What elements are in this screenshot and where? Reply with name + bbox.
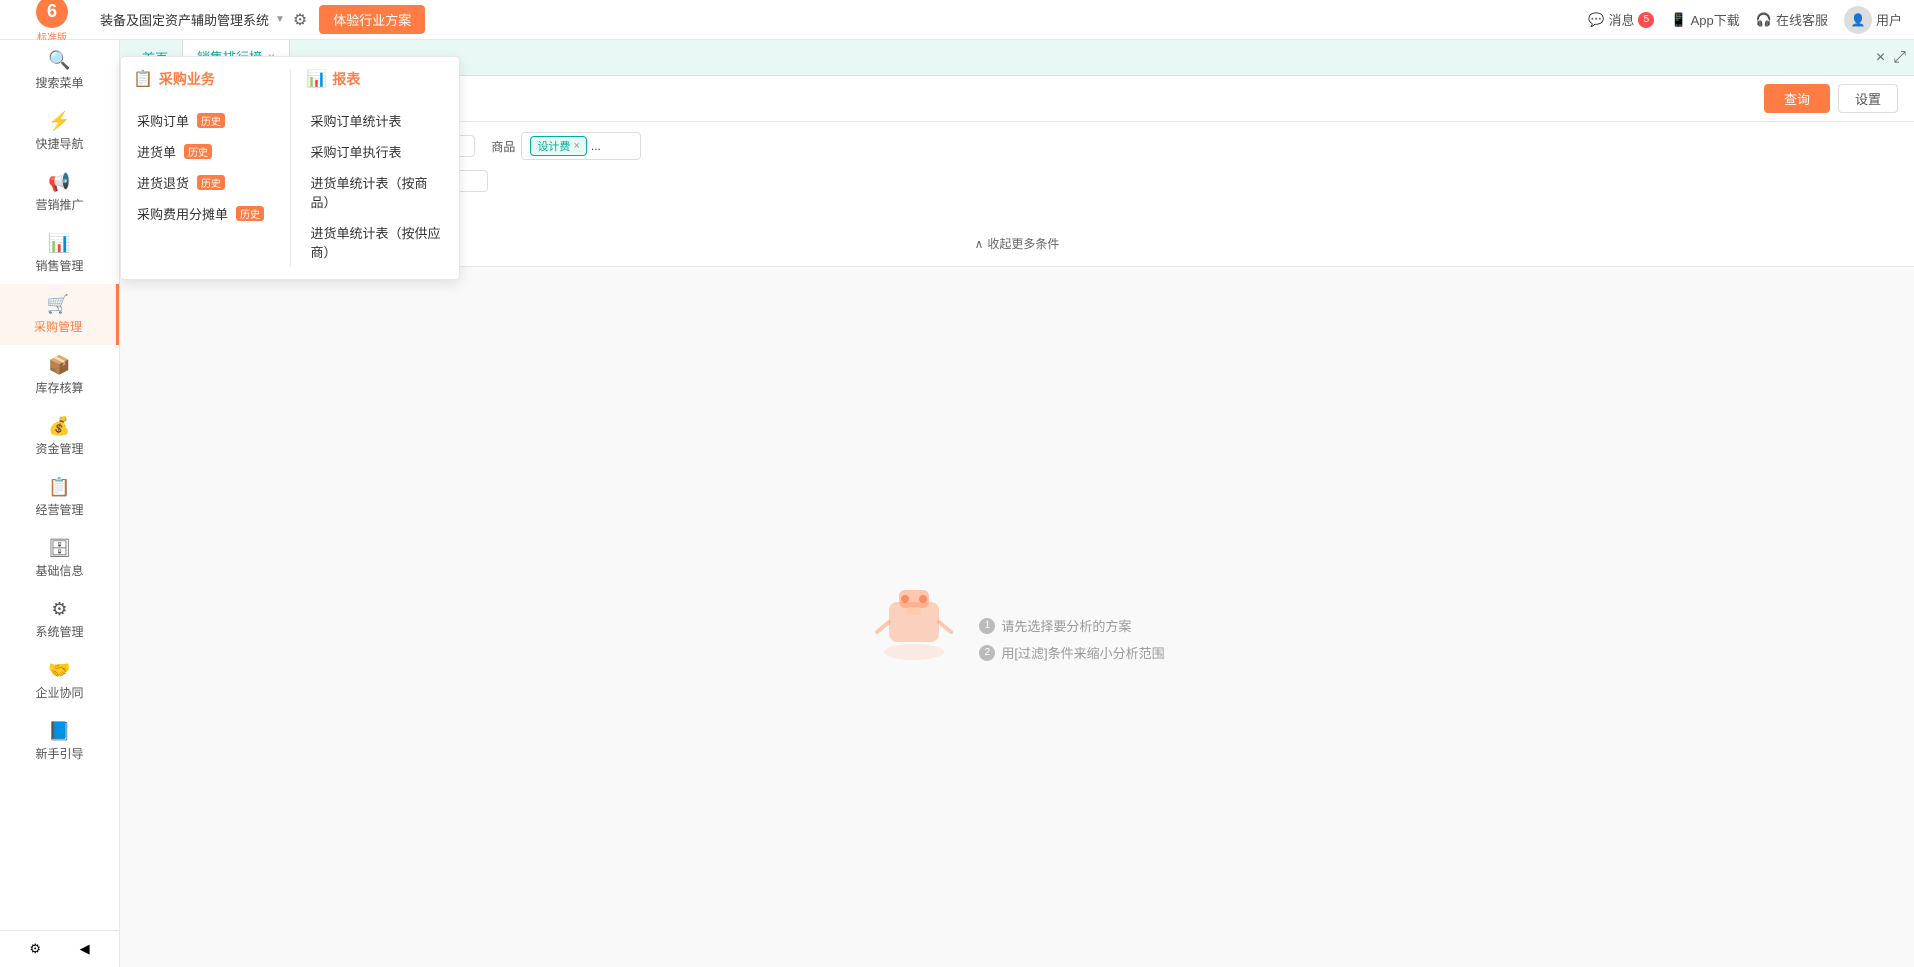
- sidebar-item-cooperation[interactable]: 🤝 企业协同: [0, 650, 119, 711]
- dropdown-report-col: 📊 报表 采购订单统计表 采购订单执行表 进货单统计表（按商品） 进货单统计表（…: [295, 69, 460, 267]
- logo: 6 标准版: [12, 0, 92, 44]
- footer-settings-btn[interactable]: ⚙: [29, 941, 41, 957]
- goods-tag-close[interactable]: ×: [573, 140, 579, 152]
- settings-btn[interactable]: 设置: [1838, 84, 1898, 113]
- system-name[interactable]: 装备及固定资产辅助管理系统 ▼: [100, 10, 285, 29]
- sidebar-item-sales[interactable]: 📊 销售管理: [0, 223, 119, 284]
- search-icon: 🔍: [48, 50, 70, 71]
- purchase-col-icon: 📋: [133, 69, 153, 89]
- query-btn[interactable]: 查询: [1764, 84, 1830, 113]
- dropdown-item-receipt-stats-goods[interactable]: 进货单统计表（按商品）: [307, 167, 448, 217]
- messages-btn[interactable]: 💬 消息 5: [1588, 10, 1654, 29]
- window-close-btn[interactable]: ×: [1876, 49, 1885, 67]
- marketing-icon: 📢: [48, 172, 70, 193]
- dropdown-item-purchase-order-stats[interactable]: 采购订单统计表: [307, 105, 448, 136]
- sidebar-item-guide[interactable]: 📘 新手引导: [0, 711, 119, 772]
- history-badge-0: 历史: [197, 113, 225, 128]
- dropdown-item-goods-return[interactable]: 进货退货 历史: [133, 167, 274, 198]
- logo-icon: 6: [36, 0, 68, 28]
- history-badge-1: 历史: [184, 144, 212, 159]
- dropdown-item-purchase-order-exec[interactable]: 采购订单执行表: [307, 136, 448, 167]
- purchase-icon: 🛒: [47, 294, 69, 315]
- purchase-dropdown-menu: 📋 采购业务 采购订单 历史 进货单 历史 进货退货 历史 采购费用分摊单 历史: [120, 56, 460, 280]
- dropdown-item-purchase-cost[interactable]: 采购费用分摊单 历史: [133, 198, 274, 229]
- dropdown-purchase-col: 📋 采购业务 采购订单 历史 进货单 历史 进货退货 历史 采购费用分摊单 历史: [121, 69, 286, 267]
- dropdown-columns: 📋 采购业务 采购订单 历史 进货单 历史 进货退货 历史 采购费用分摊单 历史: [121, 69, 459, 267]
- database-icon: 🗄: [48, 538, 71, 559]
- inventory-icon: 📦: [48, 355, 70, 376]
- guide-icon: 📘: [48, 721, 70, 742]
- finance-icon: 💰: [48, 416, 70, 437]
- goods-select[interactable]: 设计费 × ...: [521, 132, 641, 160]
- phone-icon: 📱: [1670, 12, 1686, 28]
- sidebar-footer: ⚙ ◀: [0, 930, 119, 967]
- sidebar-item-management[interactable]: 📋 经营管理: [0, 467, 119, 528]
- window-expand-btn[interactable]: ⤢: [1893, 49, 1906, 67]
- dropdown-divider: [290, 69, 291, 267]
- main-content: 1 请先选择要分析的方案 2 用[过滤]条件来缩小分析范围: [120, 267, 1914, 967]
- history-badge-3: 历史: [236, 206, 264, 221]
- goods-filter: 商品 设计费 × ...: [491, 132, 641, 160]
- empty-illustration: [869, 572, 959, 662]
- industry-btn[interactable]: 体验行业方案: [319, 5, 425, 34]
- gear-icon: ⚙: [51, 599, 67, 620]
- management-icon: 📋: [48, 477, 70, 498]
- lightning-icon: ⚡: [48, 111, 70, 132]
- empty-state: 1 请先选择要分析的方案 2 用[过滤]条件来缩小分析范围: [979, 616, 1164, 662]
- dropdown-item-purchase-order[interactable]: 采购订单 历史: [133, 105, 274, 136]
- dropdown-item-receipt-stats-supplier[interactable]: 进货单统计表（按供应商）: [307, 217, 448, 267]
- settings-icon[interactable]: ⚙: [293, 10, 307, 30]
- purchase-col-header: 📋 采购业务: [133, 69, 274, 95]
- sidebar-item-finance[interactable]: 💰 资金管理: [0, 406, 119, 467]
- history-badge-2: 历史: [197, 175, 225, 190]
- sidebar-item-inventory[interactable]: 📦 库存核算: [0, 345, 119, 406]
- system-dropdown-arrow: ▼: [275, 14, 285, 25]
- sidebar-item-quicknav[interactable]: ⚡ 快捷导航: [0, 101, 119, 162]
- app-download-btn[interactable]: 📱 App下载: [1670, 10, 1739, 29]
- collapse-icon: ∧: [975, 237, 984, 251]
- goods-tag: 设计费 ×: [530, 136, 586, 156]
- report-col-header: 📊 报表: [307, 69, 448, 95]
- user-btn[interactable]: 👤 用户: [1844, 6, 1902, 34]
- messages-badge: 5: [1638, 12, 1654, 28]
- dropdown-item-goods-receipt[interactable]: 进货单 历史: [133, 136, 274, 167]
- report-col-icon: 📊: [307, 69, 327, 89]
- tabs-right-controls: × ⤢: [1876, 49, 1906, 67]
- sidebar-item-basic-info[interactable]: 🗄 基础信息: [0, 528, 119, 589]
- top-bar-right: 💬 消息 5 📱 App下载 🎧 在线客服 👤 用户: [1588, 6, 1902, 34]
- cooperation-icon: 🤝: [48, 660, 70, 681]
- sidebar: 🔍 搜索菜单 ⚡ 快捷导航 📢 营销推广 📊 销售管理 🛒 采购管理 📦: [0, 40, 120, 967]
- headset-icon: 🎧: [1756, 12, 1772, 28]
- sidebar-item-search[interactable]: 🔍 搜索菜单: [0, 40, 119, 101]
- online-service-btn[interactable]: 🎧 在线客服: [1756, 10, 1828, 29]
- sidebar-item-purchase[interactable]: 🛒 采购管理: [0, 284, 119, 345]
- sales-icon: 📊: [48, 233, 70, 254]
- message-icon: 💬: [1588, 12, 1604, 28]
- goods-more-btn[interactable]: ...: [591, 139, 601, 153]
- avatar: 👤: [1844, 6, 1872, 34]
- top-bar: 6 标准版 装备及固定资产辅助管理系统 ▼ ⚙ 体验行业方案 💬 消息 5 📱 …: [0, 0, 1914, 40]
- empty-tip-1: 1 请先选择要分析的方案: [979, 616, 1131, 635]
- empty-tip-2: 2 用[过滤]条件来缩小分析范围: [979, 643, 1164, 662]
- sidebar-item-marketing[interactable]: 📢 营销推广: [0, 162, 119, 223]
- footer-collapse-btn[interactable]: ◀: [80, 941, 90, 957]
- sidebar-item-system[interactable]: ⚙ 系统管理: [0, 589, 119, 650]
